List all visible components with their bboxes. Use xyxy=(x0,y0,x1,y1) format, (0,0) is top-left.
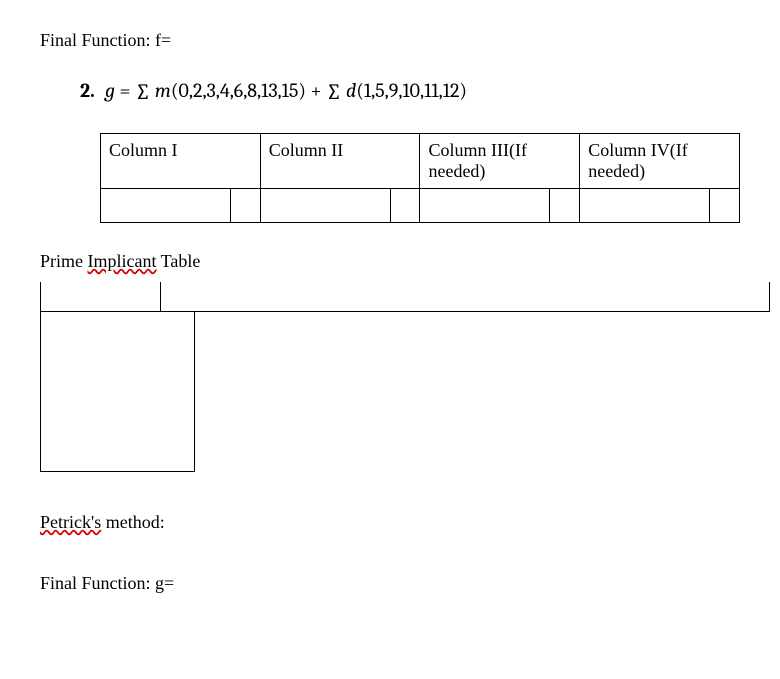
prime-implicant-prefix: Prime xyxy=(40,251,88,271)
variable-g: g xyxy=(105,79,115,102)
sigma-2: ∑ xyxy=(326,79,342,105)
column-cell xyxy=(420,189,550,223)
petricks-heading: Petrick's method: xyxy=(40,512,740,533)
column-cell xyxy=(101,189,231,223)
pit-top-row xyxy=(40,282,770,312)
petricks-suffix: method: xyxy=(101,512,165,532)
column-cell xyxy=(260,189,390,223)
column-header-1: Column I xyxy=(101,134,261,189)
column-cell xyxy=(580,189,710,223)
prime-implicant-suffix: Table xyxy=(156,251,200,271)
dontcare-d: d xyxy=(346,79,356,102)
sigma-1: ∑ xyxy=(135,79,151,105)
petricks-spellcheck: Petrick's xyxy=(40,512,101,532)
column-cell xyxy=(550,189,580,223)
column-header-2: Column II xyxy=(260,134,420,189)
minterm-args: (0,2,3,4,6,8,13,15) xyxy=(171,79,306,102)
columns-table-container: Column I Column II Column III(If needed)… xyxy=(100,133,720,223)
prime-implicant-table xyxy=(40,282,740,482)
pit-top-divider xyxy=(160,282,161,312)
final-function-g-heading: Final Function: g= xyxy=(40,573,740,594)
pit-body-box xyxy=(40,312,195,472)
column-cell xyxy=(709,189,739,223)
column-header-4: Column IV(If needed) xyxy=(580,134,740,189)
final-function-f-heading: Final Function: f= xyxy=(40,30,740,51)
column-cell xyxy=(390,189,420,223)
plus-sign: + xyxy=(310,79,321,102)
prime-implicant-spellcheck: Implicant xyxy=(88,251,157,271)
equals-sign: = xyxy=(119,79,130,102)
problem-statement: 2. g = ∑ m(0,2,3,4,6,8,13,15) + ∑ d(1,5,… xyxy=(80,79,740,105)
dontcare-args: (1,5,9,10,11,12) xyxy=(356,79,467,102)
column-cell xyxy=(230,189,260,223)
prime-implicant-heading: Prime Implicant Table xyxy=(40,251,740,272)
problem-number: 2. xyxy=(80,79,95,102)
columns-table: Column I Column II Column III(If needed)… xyxy=(100,133,740,223)
minterm-m: m xyxy=(155,79,171,102)
column-header-3: Column III(If needed) xyxy=(420,134,580,189)
